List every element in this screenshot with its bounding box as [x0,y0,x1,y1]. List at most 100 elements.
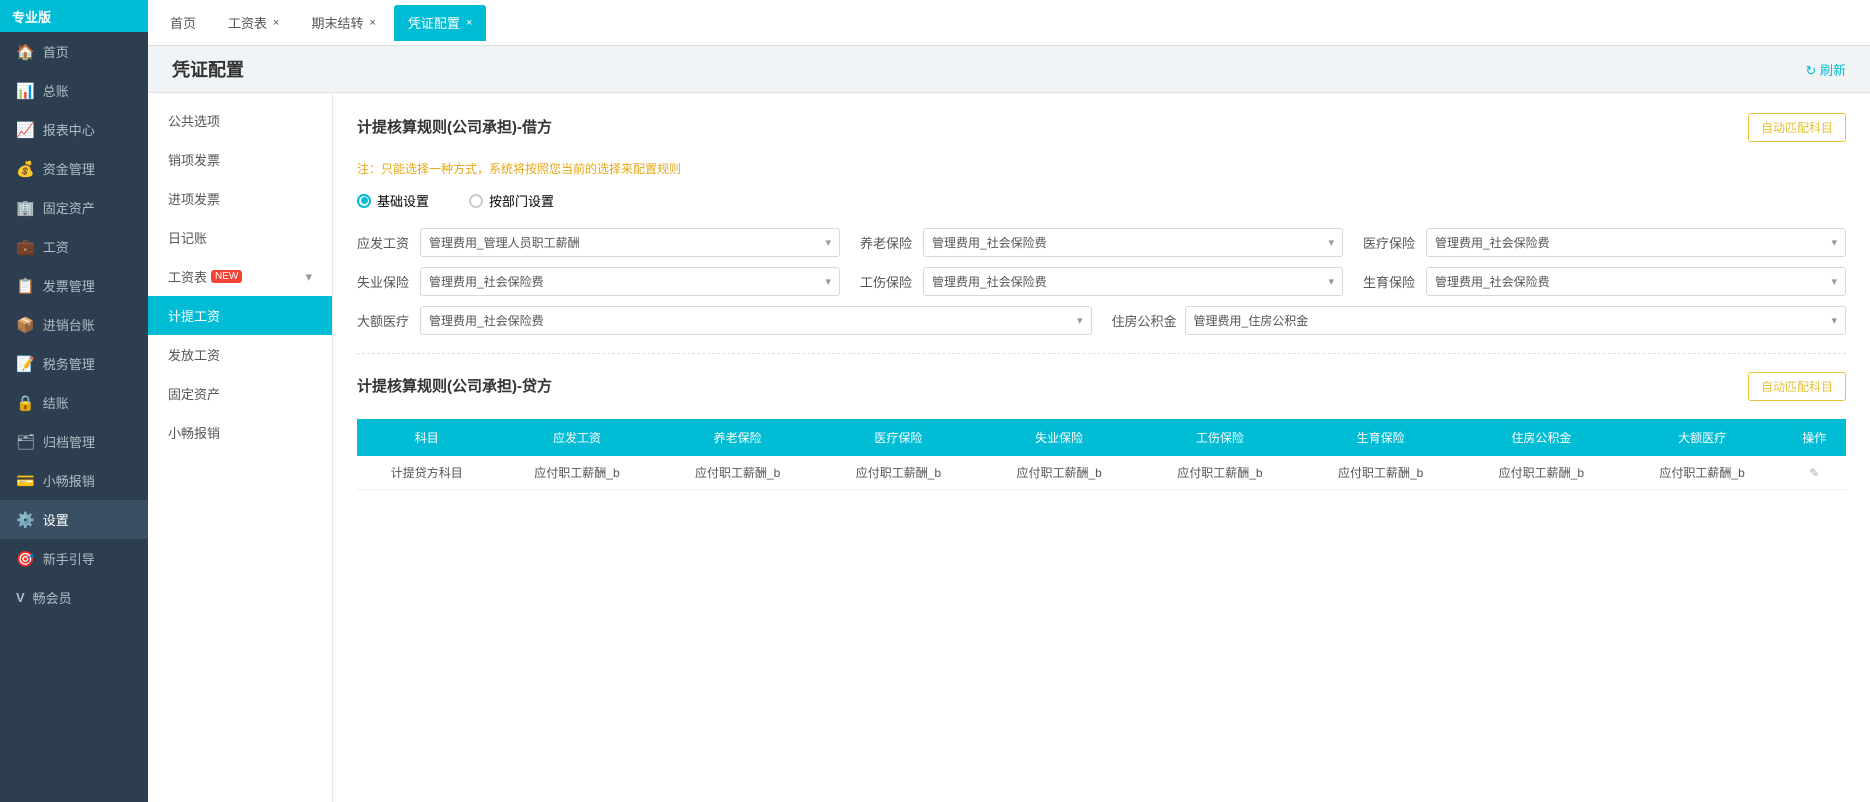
left-nav-sales-invoice[interactable]: 销项发票 [148,140,332,179]
left-nav-public-options[interactable]: 公共选项 [148,101,332,140]
invoice-icon: 📋 [16,277,35,295]
tab-home-label: 首页 [170,13,196,32]
tab-payroll-close[interactable]: × [273,17,279,29]
sidebar-item-period-close[interactable]: 🔒 结账 [0,383,148,422]
sidebar-item-new-guide[interactable]: 🎯 新手引导 [0,539,148,578]
sidebar-item-fixed-assets[interactable]: 🏢 固定资产 [0,188,148,227]
assets-icon: 🏢 [16,199,35,217]
sidebar-item-fund-management[interactable]: 💰 资金管理 [0,149,148,188]
sidebar-item-xiaochang-expense[interactable]: 💳 小畅报销 [0,461,148,500]
credit-section-title: 计提核算规则(公司承担)-贷方 [357,375,552,396]
credit-table: 科目 应发工资 养老保险 医疗保险 失业保险 工伤保险 生育保险 住房公积金 大… [357,419,1846,490]
field-shengyu-baoxian: 生育保险 管理费用_社会保险费 ▾ [1363,267,1846,296]
sidebar-item-settings[interactable]: ⚙️ 设置 [0,500,148,539]
left-nav-purchase-invoice[interactable]: 进项发票 [148,179,332,218]
form-grid-row1: 应发工资 管理费用_管理人员职工薪酬 ▾ 养老保险 管理费用_社会保险费 ▾ 医… [357,228,1846,257]
guide-icon: 🎯 [16,550,35,568]
table-row: 计提贷方科目 应付职工薪酬_b 应付职工薪酬_b 应付职工薪酬_b 应付职工薪酬… [357,456,1846,490]
sidebar: 专业版 🏠 首页 📊 总账 📈 报表中心 💰 资金管理 🏢 固定资产 💼 工资 … [0,0,148,802]
sidebar-item-label: 资金管理 [43,159,95,178]
label-housing-fund: 住房公积金 [1112,311,1177,330]
tab-period-close[interactable]: 期末结转 × [297,5,389,41]
sidebar-item-label: 归档管理 [43,432,95,451]
home-icon: 🏠 [16,43,35,61]
label-shiye-baoxian: 失业保险 [357,272,412,291]
cell-action[interactable]: ✎ [1782,456,1846,490]
left-nav-distribution-wage[interactable]: 发放工资 [148,335,332,374]
sidebar-item-report-center[interactable]: 📈 报表中心 [0,110,148,149]
sidebar-item-member[interactable]: V 畅会员 [0,578,148,617]
purchase-icon: 📦 [16,316,35,334]
credit-auto-match-button[interactable]: 自动匹配科目 [1748,372,1846,401]
col-shiye: 失业保险 [979,419,1140,456]
label-gongshang-baoxian: 工伤保险 [860,272,915,291]
col-yiliao: 医疗保险 [818,419,979,456]
sidebar-item-home[interactable]: 🏠 首页 [0,32,148,71]
select-ying-fa-gongzi[interactable]: 管理费用_管理人员职工薪酬 ▾ [420,228,840,257]
sidebar-item-label: 工资 [43,237,69,256]
cell-shiye: 应付职工薪酬_b [979,456,1140,490]
field-shiye-baoxian: 失业保险 管理费用_社会保险费 ▾ [357,267,840,296]
left-nav-diary[interactable]: 日记账 [148,218,332,257]
cell-ying-fa: 应付职工薪酬_b [497,456,658,490]
left-nav-xiaochang-expense[interactable]: 小畅报销 [148,413,332,452]
sidebar-item-label: 畅会员 [33,588,72,607]
sidebar-item-invoice-management[interactable]: 📋 发票管理 [0,266,148,305]
chevron-down-icon: ▾ [825,275,831,288]
tab-voucher-config-label: 凭证配置 [408,13,460,32]
section-divider [357,353,1846,354]
tab-payroll[interactable]: 工资表 × [214,5,293,41]
radio-department-setting[interactable]: 按部门设置 [469,191,554,210]
radio-group: 基础设置 按部门设置 [357,191,1846,210]
label-yiliao-baoxian: 医疗保险 [1363,233,1418,252]
col-shengyu: 生育保险 [1300,419,1461,456]
chevron-down-icon: ▾ [1831,236,1837,249]
col-action: 操作 [1782,419,1846,456]
select-housing-fund[interactable]: 管理费用_住房公积金 ▾ [1185,306,1846,335]
page-header: 凭证配置 ↻ 刷新 [148,46,1870,93]
left-nav-payroll-table[interactable]: 工资表 NEW ▾ [148,257,332,296]
accrual-section-note: 注：只能选择一种方式，系统将按照您当前的选择来配置规则 [357,160,1846,177]
tab-home[interactable]: 首页 [156,5,210,41]
tab-period-close-close[interactable]: × [369,17,375,29]
settings-icon: ⚙️ [16,511,35,529]
left-nav-fixed-assets[interactable]: 固定资产 [148,374,332,413]
sidebar-item-archive-management[interactable]: 🗂 归档管理 [0,422,148,461]
member-icon: V [16,590,25,605]
tab-voucher-config[interactable]: 凭证配置 × [394,5,486,41]
radio-dept-circle [469,194,483,208]
accrual-auto-match-button[interactable]: 自动匹配科目 [1748,113,1846,142]
field-yanglao-baoxian: 养老保险 管理费用_社会保险费 ▾ [860,228,1343,257]
label-ying-fa-gongzi: 应发工资 [357,233,412,252]
right-content: 计提核算规则(公司承担)-借方 自动匹配科目 注：只能选择一种方式，系统将按照您… [333,93,1870,802]
select-shiye-baoxian[interactable]: 管理费用_社会保险费 ▾ [420,267,840,296]
cell-shengyu: 应付职工薪酬_b [1300,456,1461,490]
select-shengyu-baoxian[interactable]: 管理费用_社会保险费 ▾ [1426,267,1846,296]
select-yanglao-baoxian[interactable]: 管理费用_社会保险费 ▾ [923,228,1343,257]
select-yiliao-baoxian[interactable]: 管理费用_社会保险费 ▾ [1426,228,1846,257]
radio-basic-label: 基础设置 [377,191,429,210]
sidebar-item-label: 新手引导 [43,549,95,568]
edit-icon[interactable]: ✎ [1809,466,1819,480]
sidebar-item-wage[interactable]: 💼 工资 [0,227,148,266]
sidebar-item-general-ledger[interactable]: 📊 总账 [0,71,148,110]
radio-basic-setting[interactable]: 基础设置 [357,191,429,210]
app-name: 专业版 [0,0,148,32]
select-housing-value: 管理费用_住房公积金 [1194,312,1309,329]
left-nav-accrual-wage[interactable]: 计提工资 [148,296,332,335]
radio-dept-label: 按部门设置 [489,191,554,210]
field-dae-medical: 大额医疗 管理费用_社会保险费 ▾ [357,306,1092,335]
select-gongshang-value: 管理费用_社会保险费 [932,273,1047,290]
sidebar-item-purchase-sales[interactable]: 📦 进销台账 [0,305,148,344]
tab-bar: 首页 工资表 × 期末结转 × 凭证配置 × [148,0,1870,46]
main-area: 首页 工资表 × 期末结转 × 凭证配置 × 凭证配置 ↻ 刷新 公共选项 销项… [148,0,1870,802]
new-badge: NEW [211,270,242,283]
select-gongshang-baoxian[interactable]: 管理费用_社会保险费 ▾ [923,267,1343,296]
select-dae-medical[interactable]: 管理费用_社会保险费 ▾ [420,306,1092,335]
form-grid-row2: 失业保险 管理费用_社会保险费 ▾ 工伤保险 管理费用_社会保险费 ▾ 生育保险 [357,267,1846,296]
sidebar-item-label: 总账 [43,81,69,100]
cell-yiliao: 应付职工薪酬_b [818,456,979,490]
tab-voucher-config-close[interactable]: × [466,17,472,29]
refresh-button[interactable]: ↻ 刷新 [1805,60,1846,79]
sidebar-item-tax-management[interactable]: 📝 税务管理 [0,344,148,383]
